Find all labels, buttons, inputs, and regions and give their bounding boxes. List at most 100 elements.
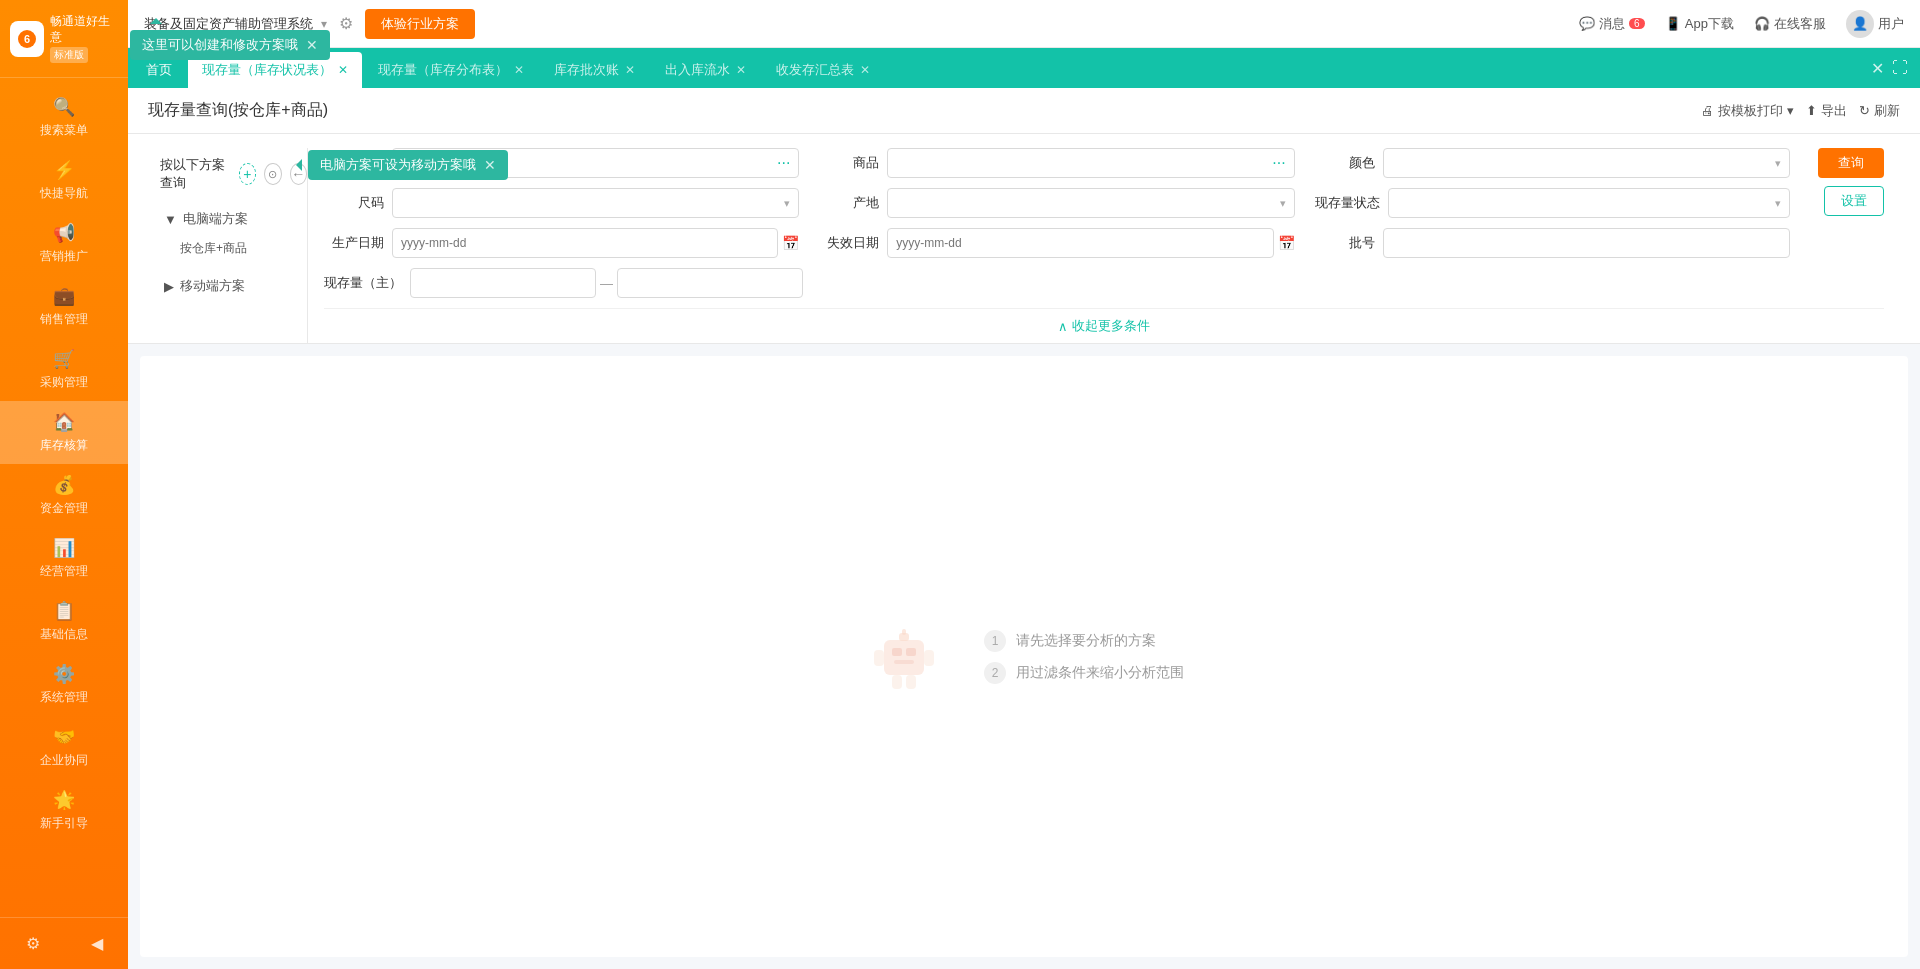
app-download-label: App下载 bbox=[1685, 15, 1734, 33]
collapse-bar[interactable]: ∧ 收起更多条件 bbox=[324, 308, 1884, 343]
scheme-item-mobile[interactable]: ▶ 移动端方案 bbox=[164, 271, 307, 301]
qty-from-input[interactable] bbox=[410, 268, 596, 298]
logo-text-container: 畅通道好生意 标准版 bbox=[50, 14, 118, 63]
copy-scheme-btn[interactable]: ⊙ bbox=[264, 163, 282, 185]
sidebar-item-purchase[interactable]: 🛒 采购管理 bbox=[0, 338, 128, 401]
tab-inventory-dist[interactable]: 现存量（库存分布表） ✕ bbox=[364, 52, 538, 88]
tab-in-out-flow[interactable]: 出入库流水 ✕ bbox=[651, 52, 760, 88]
tab-label: 现存量（库存状况表） bbox=[202, 61, 332, 79]
sidebar-item-guide[interactable]: 🌟 新手引导 bbox=[0, 779, 128, 842]
search-btn[interactable]: 查询 bbox=[1818, 148, 1884, 178]
qty-to-input[interactable] bbox=[617, 268, 803, 298]
size-select[interactable]: ▾ bbox=[392, 188, 799, 218]
tab-fullscreen-btn[interactable]: ⛶ bbox=[1892, 59, 1908, 77]
user-menu[interactable]: 👤 用户 bbox=[1846, 10, 1904, 38]
message-btn[interactable]: 💬 消息 6 bbox=[1579, 15, 1645, 33]
gear-icon[interactable]: ⚙ bbox=[339, 14, 353, 33]
svg-rect-2 bbox=[884, 640, 924, 675]
svg-text:6: 6 bbox=[24, 33, 30, 45]
print-btn[interactable]: 🖨 按模板打印 ▾ bbox=[1701, 102, 1794, 120]
calendar-icon-2[interactable]: 📅 bbox=[1278, 235, 1295, 251]
tab-close-icon[interactable]: ✕ bbox=[860, 63, 870, 77]
stock-status-label: 现存量状态 bbox=[1315, 194, 1380, 212]
goods-select[interactable]: ··· bbox=[887, 148, 1294, 178]
tab-close-icon[interactable]: ✕ bbox=[736, 63, 746, 77]
svg-rect-9 bbox=[924, 650, 934, 666]
filter-area: 按以下方案查询 + ⊙ ← 电脑方案可设为移动方案哦 ✕ bbox=[148, 148, 1900, 343]
empty-icon bbox=[864, 615, 944, 698]
sidebar-item-search[interactable]: 🔍 搜索菜单 bbox=[0, 86, 128, 149]
sidebar: 6 畅通道好生意 标准版 🔍 搜索菜单 ⚡ 快捷导航 📢 营销推广 💼 销售管理… bbox=[0, 0, 128, 969]
warehouse-dots-icon[interactable]: ··· bbox=[777, 154, 790, 172]
refresh-btn[interactable]: ↻ 刷新 bbox=[1859, 102, 1900, 120]
setting-btn[interactable]: 设置 bbox=[1824, 186, 1884, 216]
page-header: 现存量查询(按仓库+商品) 🖨 按模板打印 ▾ ⬆ 导出 ↻ 刷新 bbox=[128, 88, 1920, 134]
tab-receive-summary[interactable]: 收发存汇总表 ✕ bbox=[762, 52, 884, 88]
scheme-item-desktop-sub[interactable]: 按仓库+商品 bbox=[164, 234, 307, 263]
svg-rect-10 bbox=[892, 675, 902, 689]
search-actions: 查询 设置 bbox=[1806, 148, 1884, 308]
size-arrow-icon: ▾ bbox=[784, 197, 790, 210]
settings-bottom-btn[interactable]: ⚙ bbox=[20, 928, 46, 959]
topbar-right: 💬 消息 6 📱 App下载 🎧 在线客服 👤 用户 bbox=[1579, 10, 1904, 38]
qty-label: 现存量（主） bbox=[324, 274, 402, 292]
sidebar-item-system[interactable]: ⚙️ 系统管理 bbox=[0, 653, 128, 716]
app-download-btn[interactable]: 📱 App下载 bbox=[1665, 15, 1734, 33]
tab-close-icon[interactable]: ✕ bbox=[338, 63, 348, 77]
svg-rect-4 bbox=[906, 648, 916, 656]
expand-icon: ▶ bbox=[164, 279, 174, 294]
tooltip-desktop-scheme: 电脑方案可设为移动方案哦 ✕ bbox=[308, 150, 508, 180]
tab-close-icon[interactable]: ✕ bbox=[514, 63, 524, 77]
origin-arrow-icon: ▾ bbox=[1280, 197, 1286, 210]
finance-icon: 💰 bbox=[53, 474, 75, 496]
headset-icon: 🎧 bbox=[1754, 16, 1770, 31]
tab-batch-account[interactable]: 库存批次账 ✕ bbox=[540, 52, 649, 88]
sidebar-item-operations[interactable]: 📊 经营管理 bbox=[0, 527, 128, 590]
online-support-btn[interactable]: 🎧 在线客服 bbox=[1754, 15, 1826, 33]
refresh-label: 刷新 bbox=[1874, 102, 1900, 120]
sidebar-item-quicknav[interactable]: ⚡ 快捷导航 bbox=[0, 149, 128, 212]
sales-icon: 💼 bbox=[53, 285, 75, 307]
stock-status-select[interactable]: ▾ bbox=[1388, 188, 1790, 218]
system-chevron-icon: ▾ bbox=[321, 17, 327, 31]
filter-field-goods: 商品 ··· bbox=[819, 148, 1294, 178]
origin-select[interactable]: ▾ bbox=[887, 188, 1294, 218]
svg-rect-5 bbox=[894, 660, 914, 664]
scheme-label: 电脑端方案 bbox=[183, 210, 248, 228]
svg-rect-11 bbox=[906, 675, 916, 689]
calendar-icon[interactable]: 📅 bbox=[782, 235, 799, 251]
prod-date-group: 📅 bbox=[392, 228, 799, 258]
empty-step-2: 2 用过滤条件来缩小分析范围 bbox=[984, 662, 1184, 684]
add-scheme-btn[interactable]: + bbox=[239, 163, 257, 185]
sidebar-item-enterprise[interactable]: 🤝 企业协同 bbox=[0, 716, 128, 779]
marketing-icon: 📢 bbox=[53, 222, 75, 244]
color-select[interactable]: ▾ bbox=[1383, 148, 1790, 178]
tab-close-icon[interactable]: ✕ bbox=[625, 63, 635, 77]
tooltip-text: 电脑方案可设为移动方案哦 bbox=[320, 156, 476, 174]
expire-date-from[interactable] bbox=[887, 228, 1273, 258]
sidebar-item-inventory[interactable]: 🏠 库存核算 bbox=[0, 401, 128, 464]
search-icon: 🔍 bbox=[53, 96, 75, 118]
svg-rect-8 bbox=[874, 650, 884, 666]
batch-input[interactable] bbox=[1383, 228, 1790, 258]
print-arrow-icon: ▾ bbox=[1787, 103, 1794, 118]
range-dash: — bbox=[600, 276, 613, 291]
color-arrow-icon: ▾ bbox=[1775, 157, 1781, 170]
page-title: 现存量查询(按仓库+商品) bbox=[148, 100, 328, 121]
sidebar-item-basicinfo[interactable]: 📋 基础信息 bbox=[0, 590, 128, 653]
sidebar-item-sales[interactable]: 💼 销售管理 bbox=[0, 275, 128, 338]
tab-close-all-btn[interactable]: ✕ bbox=[1871, 59, 1884, 78]
filter-field-prod-date: 生产日期 📅 bbox=[324, 228, 799, 258]
filter-row-4: 现存量（主） — bbox=[324, 268, 1790, 298]
message-badge: 6 bbox=[1629, 18, 1645, 29]
sidebar-item-finance[interactable]: 💰 资金管理 bbox=[0, 464, 128, 527]
prod-date-from[interactable] bbox=[392, 228, 778, 258]
scheme-item-desktop[interactable]: ▼ 电脑端方案 bbox=[164, 204, 307, 234]
sidebar-item-marketing[interactable]: 📢 营销推广 bbox=[0, 212, 128, 275]
export-btn[interactable]: ⬆ 导出 bbox=[1806, 102, 1847, 120]
qty-range: — bbox=[410, 268, 803, 298]
trial-btn[interactable]: 体验行业方案 bbox=[365, 9, 475, 39]
collapse-sidebar-btn[interactable]: ◀ bbox=[85, 928, 109, 959]
goods-dots-icon[interactable]: ··· bbox=[1272, 154, 1285, 172]
tooltip-close-btn[interactable]: ✕ bbox=[484, 157, 496, 173]
